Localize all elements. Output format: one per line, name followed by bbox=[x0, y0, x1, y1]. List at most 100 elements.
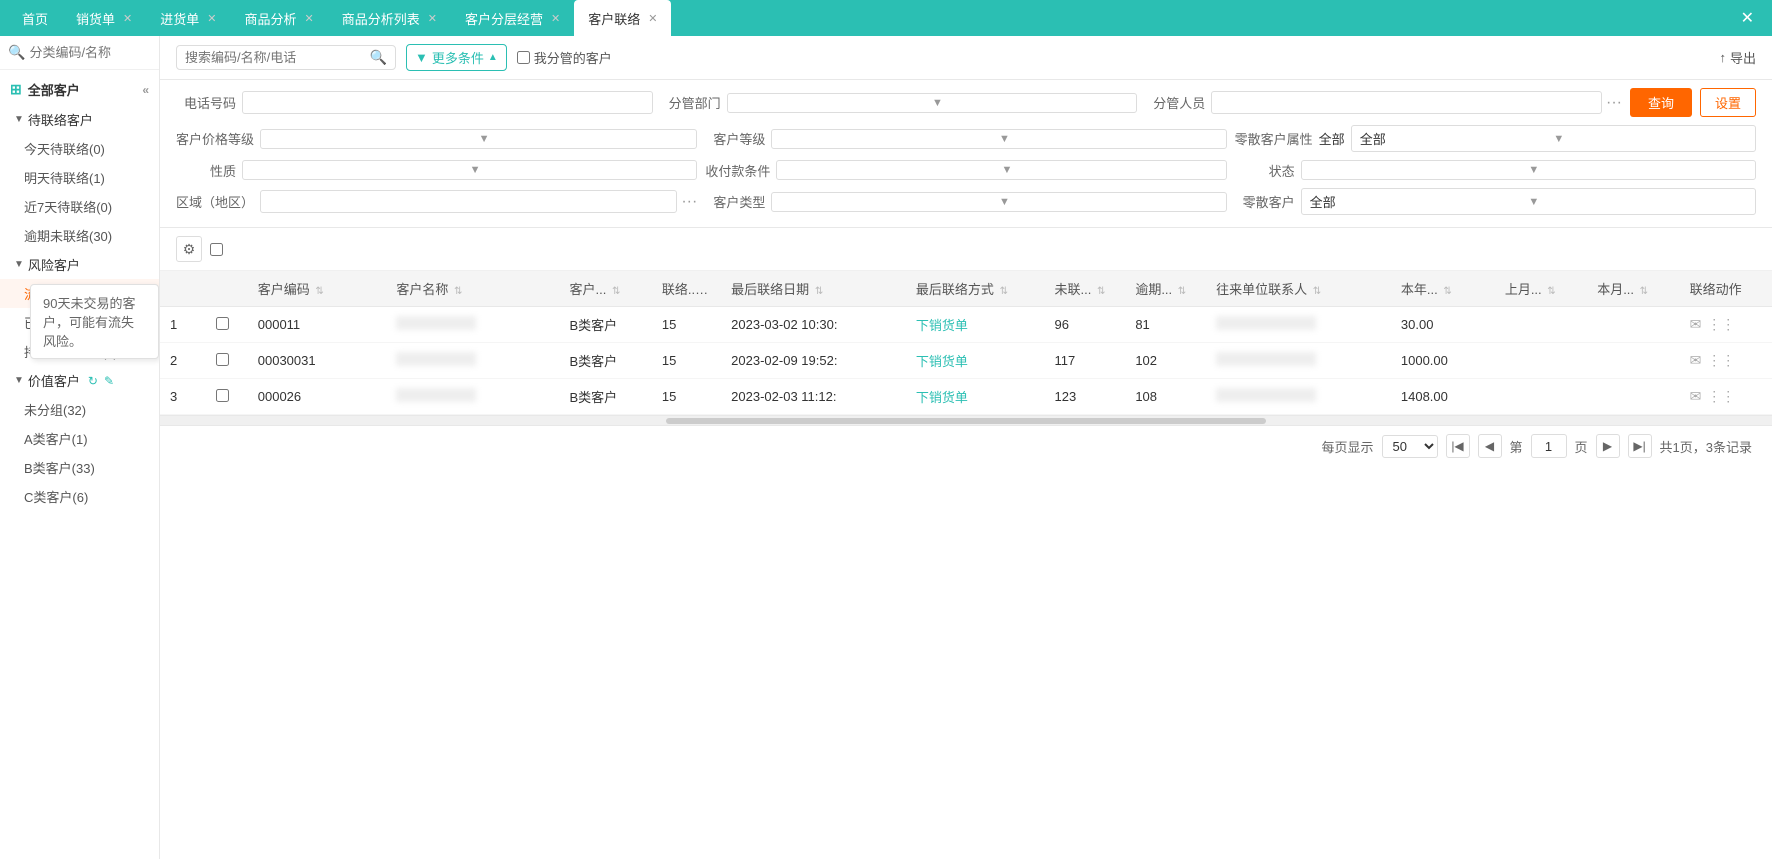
refresh-icon[interactable]: ↻ bbox=[88, 374, 98, 388]
th-name[interactable]: 客户名称 ⇅ bbox=[386, 271, 559, 307]
region-dots-icon[interactable]: ··· bbox=[681, 193, 697, 211]
nav-tab-home[interactable]: 首页 bbox=[8, 0, 62, 36]
sidebar-item-class-a[interactable]: A类客户(1) bbox=[0, 424, 159, 453]
select-all-checkbox[interactable] bbox=[210, 243, 223, 256]
th-code[interactable]: 客户编码 ⇅ bbox=[248, 271, 387, 307]
th-last-method[interactable]: 最后联络方式 ⇅ bbox=[906, 271, 1045, 307]
table-settings-button[interactable]: ⚙ bbox=[176, 236, 202, 262]
class-c-label: C类客户(6) bbox=[24, 487, 88, 506]
nav-tab-customer-tier[interactable]: 客户分层经营 ✕ bbox=[451, 0, 574, 36]
all-customers-header[interactable]: ⊞ 全部客户 « bbox=[0, 74, 159, 105]
th-this-year[interactable]: 本年... ⇅ bbox=[1391, 271, 1495, 307]
more-conditions-button[interactable]: ▼ 更多条件 ▲ bbox=[406, 44, 507, 71]
sidebar-group-pending[interactable]: ▼ 待联络客户 bbox=[0, 105, 159, 134]
current-page-input[interactable] bbox=[1531, 434, 1567, 458]
th-overdue[interactable]: 逾期... ⇅ bbox=[1125, 271, 1206, 307]
nav-tab-analysis-list[interactable]: 商品分析列表 ✕ bbox=[328, 0, 451, 36]
person-input[interactable] bbox=[1211, 91, 1602, 114]
price-tier-select[interactable]: ▼ bbox=[260, 129, 697, 149]
customer-tier-select[interactable]: ▼ bbox=[771, 129, 1226, 149]
row-checkbox-0[interactable] bbox=[216, 317, 229, 330]
sidebar-item-week[interactable]: 近7天待联络(0) bbox=[0, 192, 159, 221]
last-page-button[interactable]: ▶| bbox=[1628, 434, 1652, 458]
close-analysis-icon[interactable]: ✕ bbox=[305, 12, 314, 25]
person-dots-icon[interactable]: ··· bbox=[1606, 94, 1622, 112]
action-more-icon-2[interactable]: ⋮⋮ bbox=[1707, 388, 1735, 405]
nav-tab-sales[interactable]: 销货单 ✕ bbox=[62, 0, 146, 36]
last-method-link-2[interactable]: 下销货单 bbox=[916, 390, 968, 405]
close-analysis-list-icon[interactable]: ✕ bbox=[428, 12, 437, 25]
type-select[interactable]: ▼ bbox=[771, 192, 1226, 212]
filter-search-input[interactable] bbox=[185, 50, 370, 65]
sidebar-item-overdue[interactable]: 逾期未联络(30) bbox=[0, 221, 159, 250]
sort-name-icon[interactable]: ⇅ bbox=[454, 286, 462, 297]
sort-last-method-icon[interactable]: ⇅ bbox=[1000, 286, 1008, 297]
horizontal-scrollbar[interactable] bbox=[160, 415, 1772, 425]
filter-search-icon[interactable]: 🔍 bbox=[370, 49, 387, 66]
sidebar-item-unsorted[interactable]: 未分组(32) bbox=[0, 395, 159, 424]
sidebar-item-tomorrow[interactable]: 明天待联络(1) bbox=[0, 163, 159, 192]
th-category[interactable]: 客户... ⇅ bbox=[560, 271, 652, 307]
th-last-month[interactable]: 上月... ⇅ bbox=[1495, 271, 1587, 307]
th-contacts[interactable]: 联络... ⇅ bbox=[652, 271, 721, 307]
nav-tab-customer-contact[interactable]: 客户联络 ✕ bbox=[574, 0, 671, 36]
sort-last-date-icon[interactable]: ⇅ bbox=[815, 286, 823, 297]
collapse-sidebar-icon[interactable]: « bbox=[142, 83, 149, 97]
sidebar-item-class-b[interactable]: B类客户(33) bbox=[0, 453, 159, 482]
phone-input[interactable] bbox=[242, 91, 653, 114]
th-uncontacted[interactable]: 未联... ⇅ bbox=[1044, 271, 1125, 307]
edit-valued-icon[interactable]: ✎ bbox=[104, 374, 114, 388]
last-method-link-0[interactable]: 下销货单 bbox=[916, 318, 968, 333]
close-sales-icon[interactable]: ✕ bbox=[123, 12, 132, 25]
settings-button[interactable]: 设置 bbox=[1700, 88, 1756, 117]
first-page-button[interactable]: |◀ bbox=[1446, 434, 1470, 458]
payment-select[interactable]: ▼ bbox=[776, 160, 1226, 180]
customer-tier-label: 客户等级 bbox=[705, 129, 765, 148]
close-customer-tier-icon[interactable]: ✕ bbox=[551, 12, 560, 25]
sort-this-year-icon[interactable]: ⇅ bbox=[1443, 286, 1451, 297]
row-checkbox-2[interactable] bbox=[216, 389, 229, 402]
status-select[interactable]: ▼ bbox=[1301, 160, 1756, 180]
close-purchase-icon[interactable]: ✕ bbox=[207, 12, 216, 25]
nav-tab-analysis[interactable]: 商品分析 ✕ bbox=[230, 0, 327, 36]
th-unit-contact[interactable]: 往来单位联系人 ⇅ bbox=[1206, 271, 1391, 307]
nav-tab-purchase[interactable]: 进货单 ✕ bbox=[146, 0, 230, 36]
scroll-thumb[interactable] bbox=[666, 418, 1266, 424]
close-customer-contact-icon[interactable]: ✕ bbox=[648, 12, 657, 25]
sort-code-icon[interactable]: ⇅ bbox=[315, 286, 323, 297]
prev-page-button[interactable]: ◀ bbox=[1478, 434, 1502, 458]
action-contact-icon-2[interactable]: ✉ bbox=[1690, 388, 1702, 405]
sort-overdue-icon[interactable]: ⇅ bbox=[1178, 286, 1186, 297]
sidebar-item-class-c[interactable]: C类客户(6) bbox=[0, 482, 159, 511]
sidebar-group-valued[interactable]: ▼ 价值客户 ↻ ✎ bbox=[0, 366, 159, 395]
sidebar-search-input[interactable] bbox=[29, 45, 151, 60]
sort-uncontacted-icon[interactable]: ⇅ bbox=[1097, 286, 1105, 297]
query-button[interactable]: 查询 bbox=[1630, 88, 1692, 117]
analysis-list-tab-label: 商品分析列表 bbox=[342, 9, 420, 28]
next-page-button[interactable]: ▶ bbox=[1596, 434, 1620, 458]
export-button[interactable]: ↑ 导出 bbox=[1719, 48, 1756, 67]
sort-this-month-icon[interactable]: ⇅ bbox=[1640, 286, 1648, 297]
action-contact-icon-1[interactable]: ✉ bbox=[1690, 352, 1702, 369]
close-window-button[interactable]: ✕ bbox=[1731, 8, 1764, 28]
sort-category-icon[interactable]: ⇅ bbox=[612, 286, 620, 297]
last-method-link-1[interactable]: 下销货单 bbox=[916, 354, 968, 369]
retail-select[interactable]: 全部 ▼ bbox=[1301, 188, 1756, 215]
my-customers-checkbox-label[interactable]: 我分管的客户 bbox=[517, 48, 612, 67]
retail-attr-select[interactable]: 全部 ▼ bbox=[1351, 125, 1756, 152]
action-more-icon-1[interactable]: ⋮⋮ bbox=[1707, 352, 1735, 369]
th-last-date[interactable]: 最后联络日期 ⇅ bbox=[721, 271, 906, 307]
row-checkbox-1[interactable] bbox=[216, 353, 229, 366]
region-input[interactable] bbox=[260, 190, 677, 213]
th-this-month[interactable]: 本月... ⇅ bbox=[1587, 271, 1679, 307]
action-contact-icon-0[interactable]: ✉ bbox=[1690, 316, 1702, 333]
sort-unit-contact-icon[interactable]: ⇅ bbox=[1313, 286, 1321, 297]
per-page-select[interactable]: 50 100 200 bbox=[1382, 435, 1438, 458]
nature-select[interactable]: ▼ bbox=[242, 160, 697, 180]
dept-select[interactable]: ▼ bbox=[727, 93, 1138, 113]
my-customers-checkbox[interactable] bbox=[517, 51, 530, 64]
sidebar-group-risk[interactable]: ▼ 风险客户 bbox=[0, 250, 159, 279]
sidebar-item-today[interactable]: 今天待联络(0) bbox=[0, 134, 159, 163]
action-more-icon-0[interactable]: ⋮⋮ bbox=[1707, 316, 1735, 333]
sort-last-month-icon[interactable]: ⇅ bbox=[1547, 286, 1555, 297]
